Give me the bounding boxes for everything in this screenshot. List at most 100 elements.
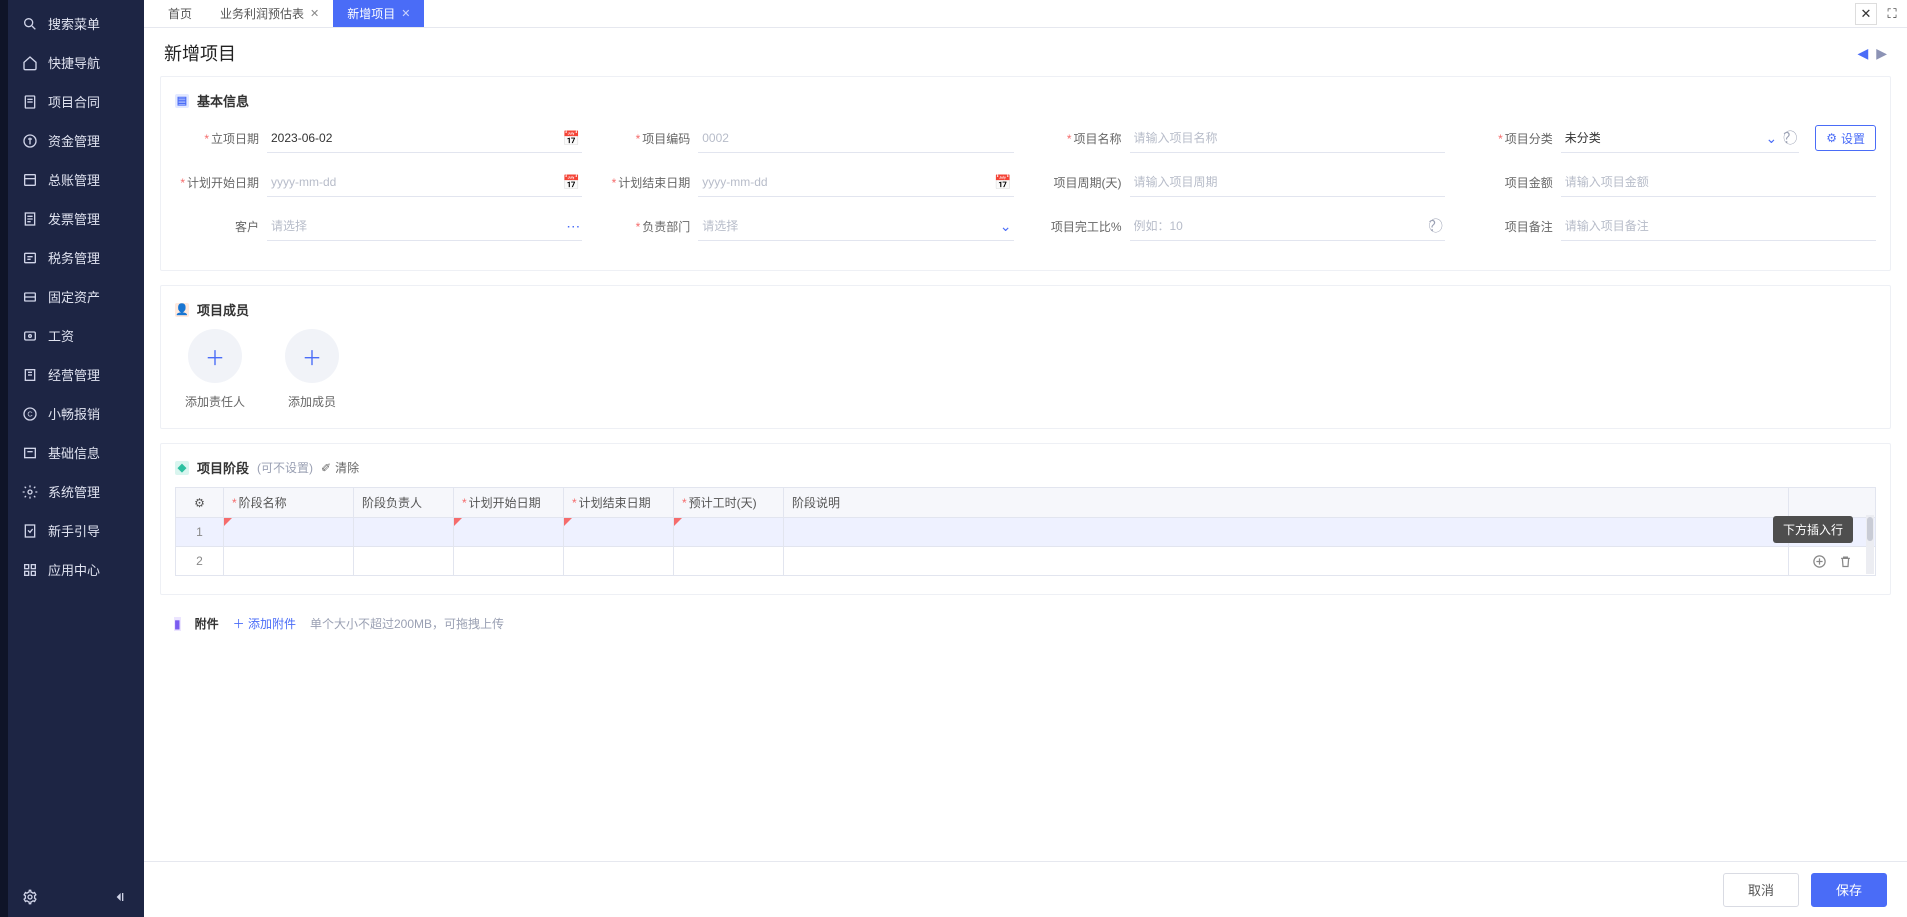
- progress-input[interactable]: [1130, 211, 1445, 241]
- label-category: *项目分类: [1469, 130, 1553, 147]
- insert-row-button[interactable]: [1811, 553, 1827, 569]
- sidebar-search[interactable]: 搜索菜单: [8, 4, 144, 43]
- help-icon[interactable]: ？⃝: [1429, 216, 1443, 236]
- clear-stages-button[interactable]: ✐清除: [321, 459, 359, 476]
- sidebar-item-label: 资金管理: [48, 131, 100, 150]
- cell-stage-lead[interactable]: [354, 547, 454, 575]
- period-input[interactable]: [1130, 167, 1445, 197]
- fullscreen-button[interactable]: ⛶: [1881, 3, 1903, 25]
- apps-icon: [22, 562, 38, 578]
- save-button[interactable]: 保存: [1811, 873, 1887, 907]
- section-stages: ◆ 项目阶段 (可不设置) ✐清除 ⚙ *阶段名称 阶段负责人 *计划开始日期 …: [160, 443, 1891, 595]
- tooltip-insert-row: 下方插入行: [1773, 516, 1853, 543]
- sidebar-item-guide[interactable]: 新手引导: [8, 511, 144, 550]
- add-attachment-button[interactable]: ＋ 添加附件: [233, 615, 296, 632]
- sidebar-search-label: 搜索菜单: [48, 14, 100, 33]
- tab-profit-estimate[interactable]: 业务利润预估表✕: [206, 0, 333, 27]
- dept-select[interactable]: [698, 211, 1013, 241]
- calendar-icon[interactable]: 📅: [994, 174, 1011, 191]
- sidebar-item-salary[interactable]: 工资: [8, 316, 144, 355]
- table-header: *计划开始日期: [454, 488, 564, 517]
- config-button[interactable]: ⚙设置: [1815, 125, 1876, 151]
- date-input[interactable]: [267, 123, 582, 153]
- sidebar-item-label: 项目合同: [48, 92, 100, 111]
- table-header-gear[interactable]: ⚙: [176, 488, 224, 517]
- sidebar-item-contract[interactable]: 项目合同: [8, 82, 144, 121]
- cell-stage-end[interactable]: [564, 518, 674, 546]
- label-dept: *负责部门: [606, 218, 690, 235]
- guide-icon: [22, 523, 38, 539]
- close-panel-button[interactable]: ✕: [1855, 3, 1877, 25]
- gear-icon[interactable]: [22, 889, 38, 905]
- sidebar-item-apps[interactable]: 应用中心: [8, 550, 144, 589]
- tab-new-project[interactable]: 新增项目✕: [333, 0, 424, 27]
- cell-stage-lead[interactable]: [354, 518, 454, 546]
- cell-stage-start[interactable]: [454, 518, 564, 546]
- delete-row-button[interactable]: [1837, 553, 1853, 569]
- sidebar-item-ledger[interactable]: 总账管理: [8, 160, 144, 199]
- calendar-icon[interactable]: 📅: [563, 130, 580, 147]
- chevron-down-icon[interactable]: ⌄: [1000, 218, 1012, 235]
- ledger-icon: [22, 172, 38, 188]
- category-select[interactable]: [1561, 123, 1799, 153]
- remark-input[interactable]: [1561, 211, 1876, 241]
- collapse-icon[interactable]: [114, 889, 130, 905]
- sidebar-item-asset[interactable]: 固定资产: [8, 277, 144, 316]
- customer-select[interactable]: [267, 211, 582, 241]
- cell-stage-name[interactable]: [224, 518, 354, 546]
- label-period: 项目周期(天): [1038, 174, 1122, 191]
- chevron-down-icon[interactable]: ⌄: [1765, 130, 1777, 147]
- sidebar-item-label: 税务管理: [48, 248, 100, 267]
- help-icon[interactable]: ？⃝: [1783, 128, 1797, 148]
- cell-stage-days[interactable]: [674, 547, 784, 575]
- table-header: *预计工时(天): [674, 488, 784, 517]
- close-icon[interactable]: ✕: [310, 7, 319, 20]
- next-arrow-icon[interactable]: ▶: [1876, 45, 1887, 62]
- add-owner-button[interactable]: ＋ 添加责任人: [185, 329, 245, 410]
- cell-stage-days[interactable]: [674, 518, 784, 546]
- sidebar-item-funds[interactable]: 资金管理: [8, 121, 144, 160]
- code-input: [698, 123, 1013, 153]
- sidebar-item-quicknav[interactable]: 快捷导航: [8, 43, 144, 82]
- label-name: *项目名称: [1038, 130, 1122, 147]
- cell-stage-desc[interactable]: [784, 547, 1789, 575]
- sidebar-item-expense[interactable]: C 小畅报销: [8, 394, 144, 433]
- cell-stage-end[interactable]: [564, 547, 674, 575]
- table-scrollbar[interactable]: [1866, 515, 1874, 574]
- business-icon: [22, 367, 38, 383]
- sidebar-item-tax[interactable]: 税务管理: [8, 238, 144, 277]
- cell-stage-start[interactable]: [454, 547, 564, 575]
- tab-home[interactable]: 首页: [154, 0, 206, 27]
- name-input[interactable]: [1130, 123, 1445, 153]
- stage-icon: ◆: [175, 461, 189, 475]
- plan-end-input[interactable]: [698, 167, 1013, 197]
- sidebar-item-label: 基础信息: [48, 443, 100, 462]
- section-attachment: ▮ 附件 ＋ 添加附件 单个大小不超过200MB，可拖拽上传: [160, 609, 1891, 650]
- form-icon: ▤: [175, 94, 189, 108]
- sidebar-item-label: 小畅报销: [48, 404, 100, 423]
- table-row[interactable]: 1: [176, 517, 1875, 546]
- cancel-button[interactable]: 取消: [1723, 873, 1799, 907]
- svg-text:C: C: [27, 409, 33, 418]
- sidebar-item-invoice[interactable]: 发票管理: [8, 199, 144, 238]
- sidebar-item-business[interactable]: 经营管理: [8, 355, 144, 394]
- table-row[interactable]: 2: [176, 546, 1875, 575]
- wallet-icon: [22, 133, 38, 149]
- more-icon[interactable]: ⋯: [566, 218, 580, 235]
- sidebar-item-info[interactable]: 基础信息: [8, 433, 144, 472]
- plan-start-input[interactable]: [267, 167, 582, 197]
- table-header-actions: [1789, 488, 1875, 517]
- sidebar-item-label: 新手引导: [48, 521, 100, 540]
- sidebar-item-system[interactable]: 系统管理: [8, 472, 144, 511]
- prev-arrow-icon[interactable]: ◀: [1857, 45, 1868, 62]
- close-icon[interactable]: ✕: [401, 7, 410, 20]
- calendar-icon[interactable]: 📅: [563, 174, 580, 191]
- sidebar-item-label: 经营管理: [48, 365, 100, 384]
- label-plan-start: *计划开始日期: [175, 174, 259, 191]
- add-member-button[interactable]: ＋ 添加成员: [285, 329, 339, 410]
- sidebar-item-label: 系统管理: [48, 482, 100, 501]
- table-header: *计划结束日期: [564, 488, 674, 517]
- cell-stage-desc[interactable]: [784, 518, 1789, 546]
- cell-stage-name[interactable]: [224, 547, 354, 575]
- amount-input[interactable]: [1561, 167, 1876, 197]
